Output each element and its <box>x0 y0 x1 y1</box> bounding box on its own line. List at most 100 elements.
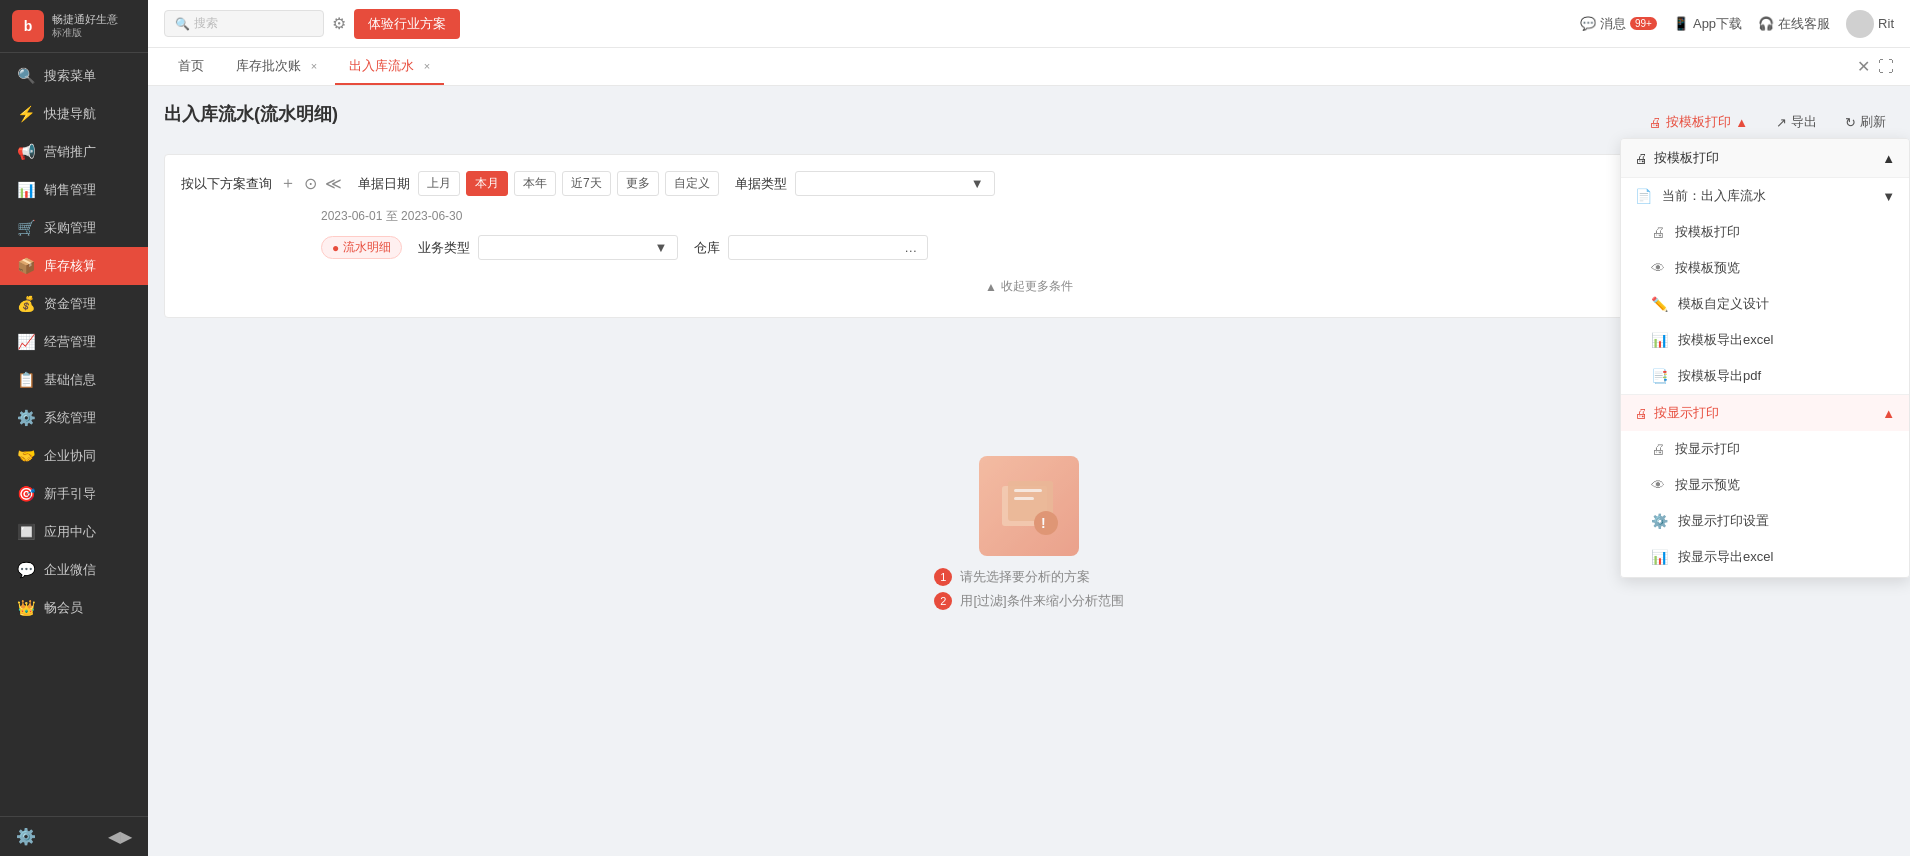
tabs-right-actions: ✕ ⛶ <box>1857 57 1894 76</box>
empty-steps: 1 请先选择要分析的方案 2 用[过滤]条件来缩小分析范围 <box>934 568 1123 616</box>
settings-icon[interactable]: ⚙️ <box>16 827 36 846</box>
date-btn-this-year[interactable]: 本年 <box>514 171 556 196</box>
tab-inventory-batch[interactable]: 库存批次账 × <box>222 49 331 85</box>
dropdown-chevron-up[interactable]: ▲ <box>1882 151 1895 166</box>
filter-dot-icon: ● <box>332 241 339 255</box>
empty-step-1: 1 请先选择要分析的方案 <box>934 568 1123 586</box>
sidebar-icon-12: 🔲 <box>16 523 36 541</box>
search-placeholder: 搜索 <box>194 15 218 32</box>
export-btn[interactable]: ↗ 导出 <box>1768 109 1825 135</box>
display-preview-icon: 👁 <box>1651 477 1665 493</box>
topbar-left: 🔍 搜索 ⚙ 体验行业方案 <box>164 9 1568 39</box>
date-filter-btns: 上月 本月 本年 近7天 更多 自定义 <box>418 171 719 196</box>
sidebar-item-10[interactable]: 🤝 企业协同 <box>0 437 148 475</box>
pdf-icon: 📑 <box>1651 368 1668 384</box>
refresh-btn[interactable]: ↻ 刷新 <box>1837 109 1894 135</box>
app-edition: 标准版 <box>52 26 118 40</box>
close-tab-stock-flow[interactable]: × <box>424 60 430 72</box>
sidebar-item-13[interactable]: 💬 企业微信 <box>0 551 148 589</box>
sidebar-icon-5: 📦 <box>16 257 36 275</box>
warehouse-select[interactable]: … <box>728 235 928 260</box>
warehouse-more-icon: … <box>904 240 917 255</box>
excel-icon: 📊 <box>1651 332 1668 348</box>
gear-icon[interactable]: ⚙ <box>332 14 346 33</box>
sidebar-item-4[interactable]: 🛒 采购管理 <box>0 209 148 247</box>
dropdown-display-print-settings[interactable]: ⚙️ 按显示打印设置 <box>1621 503 1909 539</box>
date-btn-last-month[interactable]: 上月 <box>418 171 460 196</box>
tab-home[interactable]: 首页 <box>164 49 218 85</box>
message-label: 消息 <box>1600 15 1626 33</box>
sidebar-icon-14: 👑 <box>16 599 36 617</box>
biz-type-label: 业务类型 <box>418 239 470 257</box>
doc-type-label: 单据类型 <box>735 175 787 193</box>
dropdown-export-excel-template[interactable]: 📊 按模板导出excel <box>1621 322 1909 358</box>
print-template-btn[interactable]: 🖨 按模板打印 ▲ <box>1641 109 1756 135</box>
message-badge: 99+ <box>1630 17 1657 30</box>
tab-stock-flow[interactable]: 出入库流水 × <box>335 49 444 85</box>
sidebar-label-4: 采购管理 <box>44 219 96 237</box>
print-icon: 🖨 <box>1651 224 1665 240</box>
sidebar-item-6[interactable]: 💰 资金管理 <box>0 285 148 323</box>
date-btn-more[interactable]: 更多 <box>617 171 659 196</box>
sidebar-item-8[interactable]: 📋 基础信息 <box>0 361 148 399</box>
biz-type-select[interactable]: ▼ <box>478 235 678 260</box>
close-tab-inventory-batch[interactable]: × <box>311 60 317 72</box>
sidebar-label-7: 经营管理 <box>44 333 96 351</box>
filter-scheme-label: 按以下方案查询 <box>181 175 272 193</box>
sidebar-item-14[interactable]: 👑 畅会员 <box>0 589 148 627</box>
dropdown-current-template[interactable]: 📄 当前：出入库流水 ▼ <box>1621 178 1909 214</box>
headset-icon: 🎧 <box>1758 16 1774 31</box>
sidebar-icon-6: 💰 <box>16 295 36 313</box>
svg-text:!: ! <box>1041 515 1046 531</box>
sidebar-item-2[interactable]: 📢 营销推广 <box>0 133 148 171</box>
sidebar-item-11[interactable]: 🎯 新手引导 <box>0 475 148 513</box>
dropdown-display-header[interactable]: 🖨 按显示打印 ▲ <box>1621 395 1909 431</box>
dropdown-preview-template[interactable]: 👁 按模板预览 <box>1621 250 1909 286</box>
close-all-icon[interactable]: ✕ <box>1857 57 1870 76</box>
dropdown-print-template[interactable]: 🖨 按模板打印 <box>1621 214 1909 250</box>
sidebar-label-13: 企业微信 <box>44 561 96 579</box>
sidebar-item-0[interactable]: 🔍 搜索菜单 <box>0 57 148 95</box>
industry-btn[interactable]: 体验行业方案 <box>354 9 460 39</box>
maximize-icon[interactable]: ⛶ <box>1878 58 1894 76</box>
active-filter-tag[interactable]: ● 流水明细 <box>321 236 402 259</box>
app-download-group[interactable]: 📱 App下载 <box>1673 15 1742 33</box>
collapse-sidebar-icon[interactable]: ◀▶ <box>108 827 132 846</box>
sidebar-item-9[interactable]: ⚙️ 系统管理 <box>0 399 148 437</box>
dropdown-display-print[interactable]: 🖨 按显示打印 <box>1621 431 1909 467</box>
sidebar-item-1[interactable]: ⚡ 快捷导航 <box>0 95 148 133</box>
filter-collapse-left-icon[interactable]: ≪ <box>325 174 342 193</box>
content-area: 出入库流水(流水明细) 🖨 按模板打印 ▲ ↗ 导出 ↻ 刷新 <box>148 86 1910 856</box>
date-btn-custom[interactable]: 自定义 <box>665 171 719 196</box>
doc-type-select[interactable]: ▼ <box>795 171 995 196</box>
export-icon: ↗ <box>1776 115 1787 130</box>
dropdown-display-export-excel[interactable]: 📊 按显示导出excel <box>1621 539 1909 575</box>
main-area: 🔍 搜索 ⚙ 体验行业方案 💬 消息 99+ 📱 App下载 🎧 在线客服 <box>148 0 1910 856</box>
user-avatar-group[interactable]: Rit <box>1846 10 1894 38</box>
online-service-group[interactable]: 🎧 在线客服 <box>1758 15 1830 33</box>
sidebar-label-12: 应用中心 <box>44 523 96 541</box>
design-icon: ✏️ <box>1651 296 1668 312</box>
sidebar-item-3[interactable]: 📊 销售管理 <box>0 171 148 209</box>
dropdown-display-preview[interactable]: 👁 按显示预览 <box>1621 467 1909 503</box>
message-icon: 💬 <box>1580 16 1596 31</box>
filter-settings-icon[interactable]: ⊙ <box>304 174 317 193</box>
message-group[interactable]: 💬 消息 99+ <box>1580 15 1657 33</box>
dropdown-display-section: 🖨 按显示打印 ▲ 🖨 按显示打印 👁 按显示预览 ⚙️ 按显示打印设置 <box>1621 394 1909 578</box>
dropdown-display-export-pdf[interactable]: 📑 按显示导出pdf <box>1621 575 1909 578</box>
sidebar-item-12[interactable]: 🔲 应用中心 <box>0 513 148 551</box>
sidebar-icon-8: 📋 <box>16 371 36 389</box>
app-download-label: App下载 <box>1693 15 1742 33</box>
sidebar-item-5[interactable]: 📦 库存核算 <box>0 247 148 285</box>
chevron-up-icon: ▲ <box>1735 115 1748 130</box>
dropdown-export-pdf-template[interactable]: 📑 按模板导出pdf <box>1621 358 1909 394</box>
sidebar-item-7[interactable]: 📈 经营管理 <box>0 323 148 361</box>
search-icon: 🔍 <box>175 17 190 31</box>
add-filter-icon[interactable]: ＋ <box>280 173 296 194</box>
dropdown-design-template[interactable]: ✏️ 模板自定义设计 <box>1621 286 1909 322</box>
date-btn-this-month[interactable]: 本月 <box>466 171 508 196</box>
sidebar-label-10: 企业协同 <box>44 447 96 465</box>
date-btn-7days[interactable]: 近7天 <box>562 171 611 196</box>
search-input[interactable]: 🔍 搜索 <box>164 10 324 37</box>
sidebar-label-3: 销售管理 <box>44 181 96 199</box>
